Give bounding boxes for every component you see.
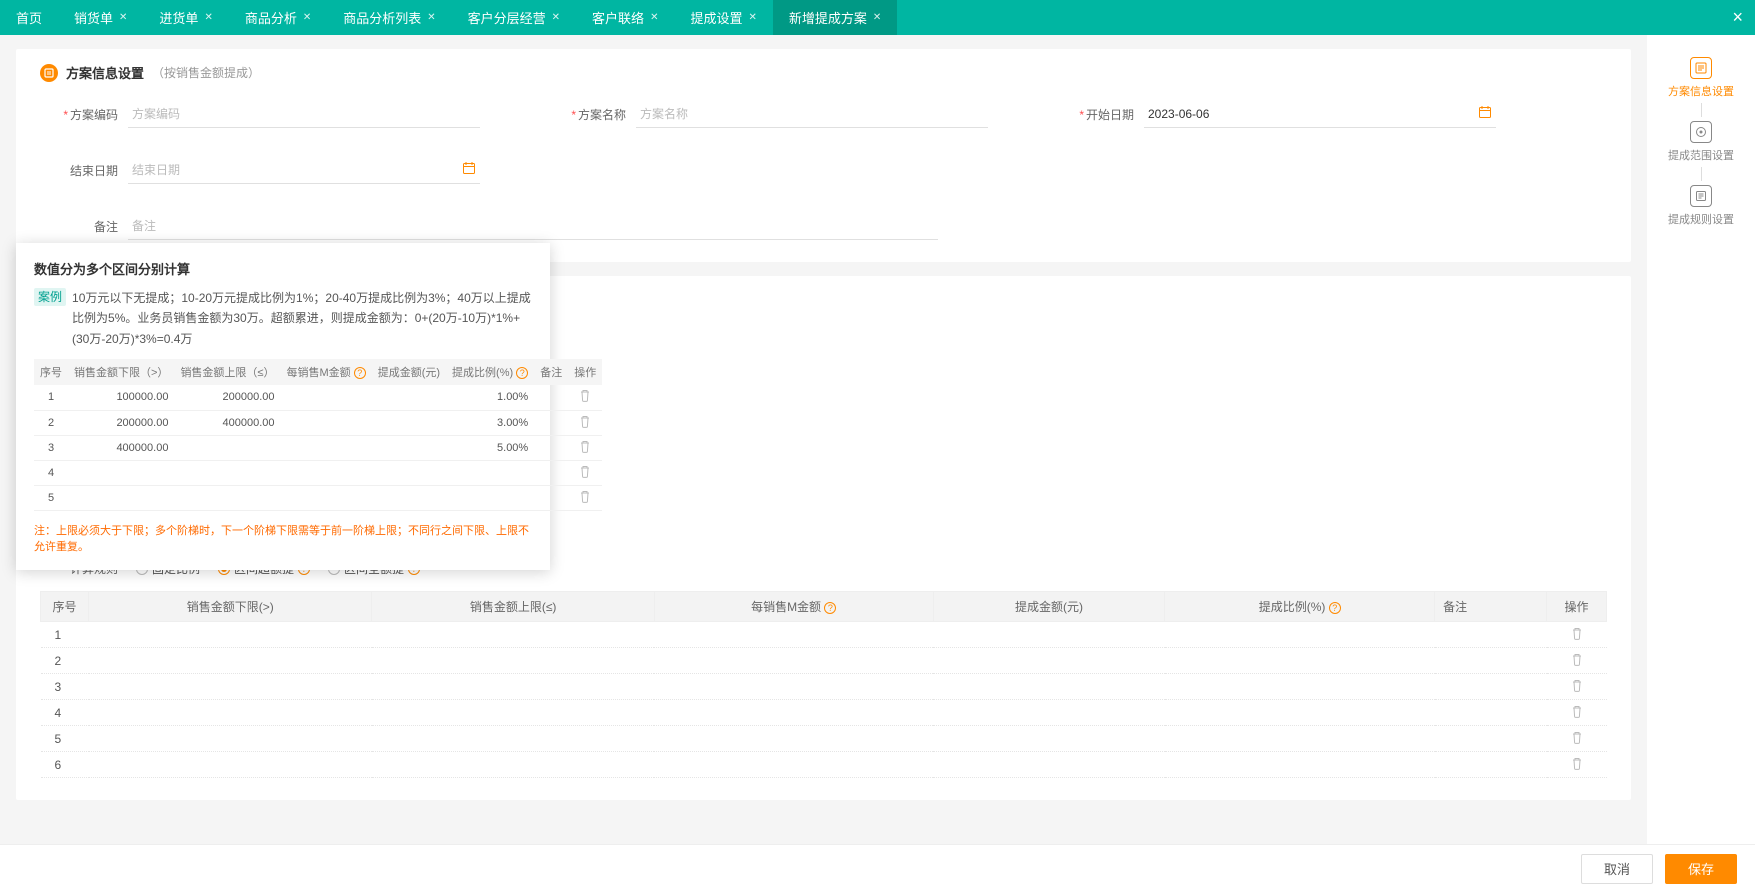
example-tag: 案例: [34, 288, 66, 306]
trash-icon[interactable]: [579, 440, 591, 453]
close-icon[interactable]: ✕: [119, 12, 127, 23]
th-ratio: 提成比例(%) ?: [1165, 592, 1435, 622]
trash-icon[interactable]: [1571, 731, 1583, 744]
trash-icon[interactable]: [1571, 653, 1583, 666]
start-date-input[interactable]: [1144, 100, 1496, 128]
table-row[interactable]: 3: [41, 674, 1607, 700]
trash-icon[interactable]: [1571, 627, 1583, 640]
code-input[interactable]: [128, 100, 480, 128]
table-row: 5: [34, 485, 602, 510]
tab-product-analysis[interactable]: 商品分析✕: [229, 0, 327, 35]
trash-icon[interactable]: [1571, 757, 1583, 770]
th-amount: 提成金额(元): [933, 592, 1165, 622]
code-label: 方案编码: [70, 108, 118, 122]
panel-title: 方案信息设置: [66, 63, 144, 82]
table-row: 2200000.00400000.003.00%: [34, 410, 602, 435]
panel-plan-info: 方案信息设置 （按销售金额提成） *方案编码 *方案名称 *开始日期: [16, 49, 1631, 262]
help-icon[interactable]: ?: [1329, 602, 1341, 614]
help-icon: ?: [516, 367, 528, 379]
top-tab-bar: 首页 销货单✕ 进货单✕ 商品分析✕ 商品分析列表✕ 客户分层经营✕ 客户联络✕…: [0, 0, 1755, 35]
commission-table: 序号 销售金额下限(>) 销售金额上限(≤) 每销售M金额 ? 提成金额(元) …: [40, 591, 1607, 778]
calendar-icon[interactable]: [462, 161, 476, 175]
popover-title: 数值分为多个区间分别计算: [34, 259, 532, 278]
remark-input[interactable]: [128, 212, 938, 240]
tab-commission-settings[interactable]: 提成设置✕: [674, 0, 772, 35]
table-row[interactable]: 1: [41, 622, 1607, 648]
tab-product-analysis-list[interactable]: 商品分析列表✕: [327, 0, 451, 35]
close-icon[interactable]: ✕: [748, 12, 756, 23]
th-per-m: 每销售M金额 ?: [654, 592, 933, 622]
close-icon[interactable]: ✕: [427, 12, 435, 23]
table-row[interactable]: 4: [41, 700, 1607, 726]
tab-purchase[interactable]: 进货单✕: [143, 0, 228, 35]
panel-icon: [40, 64, 58, 82]
tab-sales[interactable]: 销货单✕: [58, 0, 143, 35]
close-icon[interactable]: ✕: [650, 12, 658, 23]
example-popover: 数值分为多个区间分别计算 案例 10万元以下无提成；10-20万元提成比例为1%…: [16, 243, 550, 570]
th-remark: 备注: [1435, 592, 1547, 622]
cancel-button[interactable]: 取消: [1581, 854, 1653, 884]
rule-icon: [1690, 185, 1712, 207]
popover-note: 注：上限必须大于下限；多个阶梯时，下一个阶梯下限需等于前一阶梯上限；不同行之间下…: [34, 523, 532, 556]
name-label: 方案名称: [578, 108, 626, 122]
example-table: 序号 销售金额下限（>） 销售金额上限（≤） 每销售M金额 ? 提成金额(元) …: [34, 359, 602, 511]
trash-icon[interactable]: [1571, 705, 1583, 718]
trash-icon[interactable]: [579, 389, 591, 402]
tab-customer-tier[interactable]: 客户分层经营✕: [452, 0, 576, 35]
example-text: 10万元以下无提成；10-20万元提成比例为1%；20-40万提成比例为3%；4…: [72, 288, 532, 349]
calendar-icon[interactable]: [1478, 105, 1492, 119]
close-icon[interactable]: ✕: [204, 12, 212, 23]
th-upper: 销售金额上限(≤): [372, 592, 654, 622]
side-nav: 方案信息设置 提成范围设置 提成规则设置: [1647, 35, 1755, 844]
tab-home[interactable]: 首页: [0, 0, 58, 35]
scope-icon: [1690, 121, 1712, 143]
help-icon: ?: [354, 367, 366, 379]
tab-customer-contact[interactable]: 客户联络✕: [576, 0, 674, 35]
panel-subtitle: （按销售金额提成）: [152, 64, 260, 81]
end-date-input[interactable]: [128, 156, 480, 184]
table-row: 4: [34, 460, 602, 485]
trash-icon[interactable]: [579, 490, 591, 503]
table-row: 3400000.005.00%: [34, 435, 602, 460]
tab-new-commission-plan[interactable]: 新增提成方案✕: [773, 0, 897, 35]
side-nav-scope[interactable]: 提成范围设置: [1668, 121, 1734, 163]
table-row[interactable]: 2: [41, 648, 1607, 674]
table-row[interactable]: 5: [41, 726, 1607, 752]
trash-icon[interactable]: [579, 415, 591, 428]
save-button[interactable]: 保存: [1665, 854, 1737, 884]
trash-icon[interactable]: [579, 465, 591, 478]
footer: 取消 保存: [0, 844, 1755, 892]
side-nav-rule[interactable]: 提成规则设置: [1668, 185, 1734, 227]
name-input[interactable]: [636, 100, 988, 128]
form-icon: [1690, 57, 1712, 79]
th-lower: 销售金额下限(>): [89, 592, 372, 622]
trash-icon[interactable]: [1571, 679, 1583, 692]
table-row: 1100000.00200000.001.00%: [34, 385, 602, 410]
close-icon[interactable]: ✕: [552, 12, 560, 23]
close-icon[interactable]: ✕: [303, 12, 311, 23]
side-nav-plan-info[interactable]: 方案信息设置: [1668, 57, 1734, 99]
end-date-label: 结束日期: [70, 164, 118, 178]
th-action: 操作: [1547, 592, 1607, 622]
table-row[interactable]: 6: [41, 752, 1607, 778]
close-icon[interactable]: ✕: [873, 12, 881, 23]
help-icon[interactable]: ?: [824, 602, 836, 614]
remark-label: 备注: [94, 220, 118, 234]
start-date-label: 开始日期: [1086, 108, 1134, 122]
th-seq: 序号: [41, 592, 89, 622]
close-all-icon[interactable]: ×: [1732, 0, 1743, 35]
